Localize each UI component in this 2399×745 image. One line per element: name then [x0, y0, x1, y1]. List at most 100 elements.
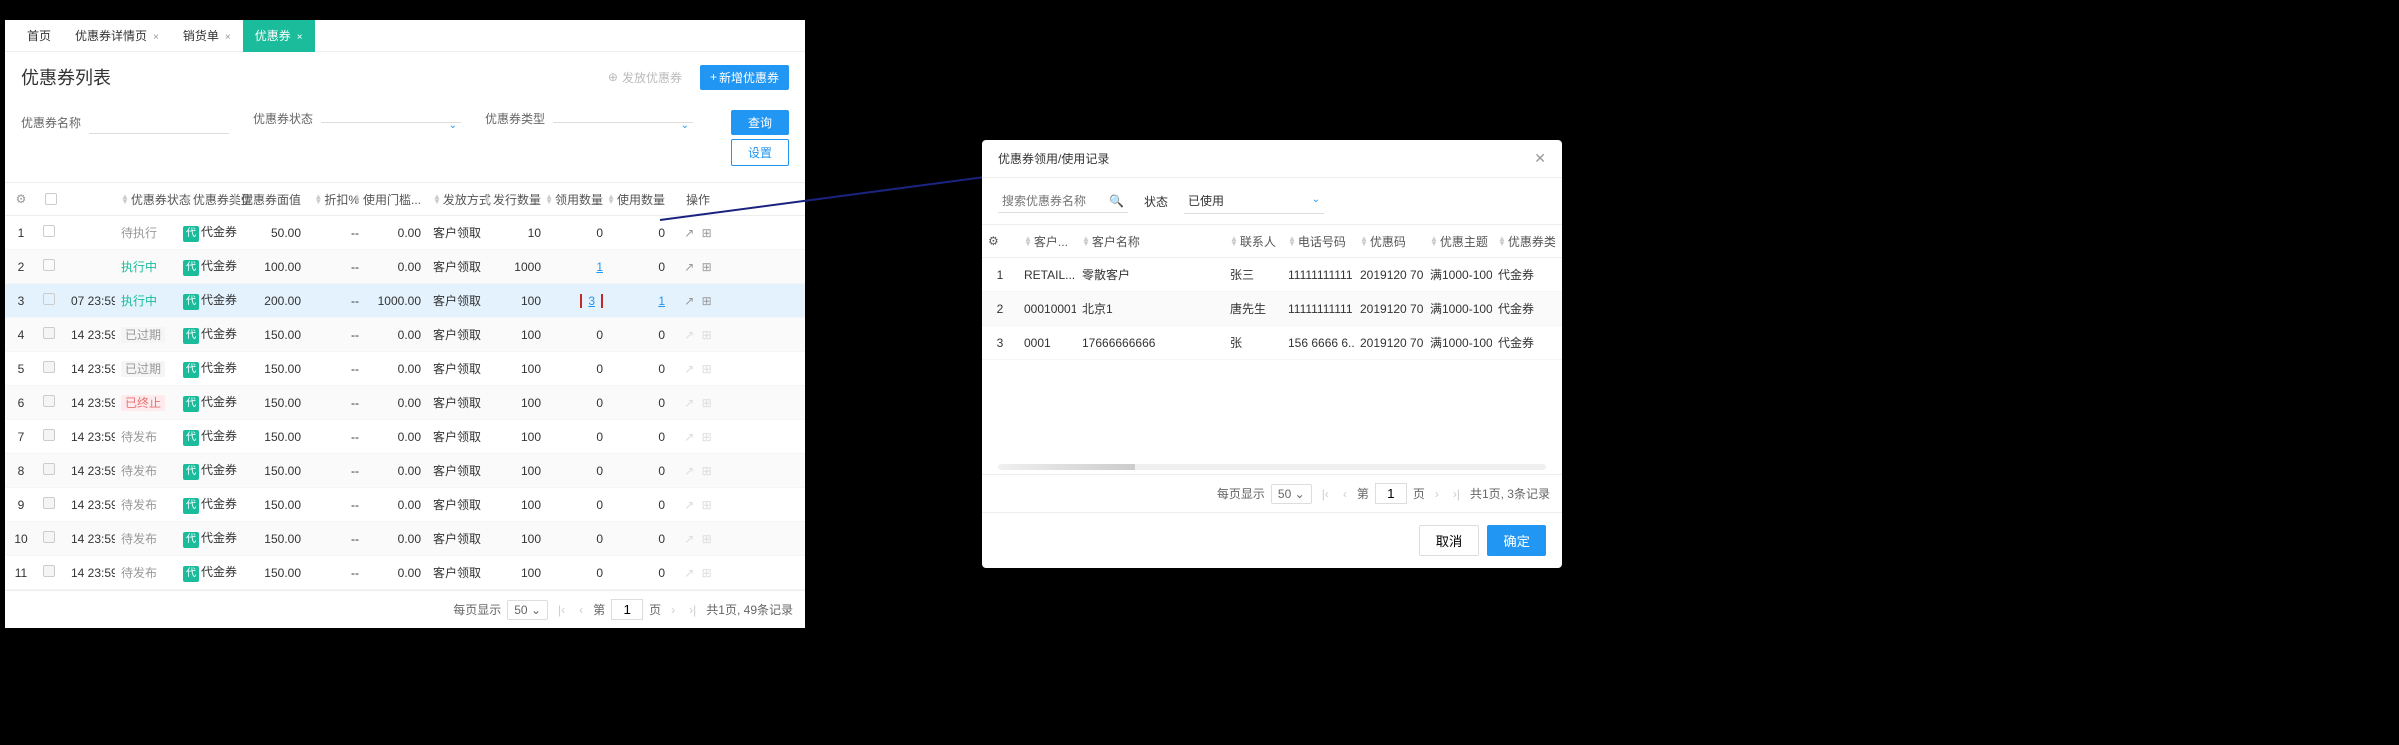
table-row[interactable]: 1RETAIL...零散客户张三111111111112019120 70...…: [982, 258, 1562, 292]
share-icon[interactable]: ↗: [684, 260, 694, 274]
cell-use-qty[interactable]: 0: [609, 260, 671, 274]
cell-use-qty[interactable]: 0: [609, 396, 671, 410]
topic-header[interactable]: ▲▼优惠主题: [1424, 233, 1492, 250]
row-checkbox[interactable]: [37, 361, 65, 376]
gear-column[interactable]: ⚙: [982, 234, 1018, 248]
cell-use-qty[interactable]: 1: [609, 294, 671, 308]
cell-use-qty[interactable]: 0: [609, 498, 671, 512]
cell-use-qty[interactable]: 0: [609, 430, 671, 444]
add-coupon-button[interactable]: + 新增优惠券: [700, 65, 789, 90]
gear-column[interactable]: ⚙: [5, 192, 37, 206]
cell-use-qty[interactable]: 0: [609, 464, 671, 478]
cell-claim-qty[interactable]: 0: [547, 362, 609, 376]
table-row[interactable]: 714 23:59待发布代代金券150.00--0.00客户领取10000↗ ⊞: [5, 420, 805, 454]
page-number-input[interactable]: [611, 599, 643, 620]
mtype-header[interactable]: ▲▼优惠券类: [1492, 233, 1546, 250]
close-icon[interactable]: ×: [297, 32, 303, 43]
row-checkbox[interactable]: [37, 327, 65, 342]
share-icon[interactable]: ↗: [684, 294, 694, 308]
tab-首页[interactable]: 首页: [15, 20, 63, 52]
prev-page-button[interactable]: ‹: [575, 603, 587, 617]
close-icon[interactable]: ×: [153, 32, 159, 43]
cell-use-qty[interactable]: 0: [609, 566, 671, 580]
type-select[interactable]: ⌄: [553, 114, 693, 123]
table-row[interactable]: 307 23:59执行中代代金券200.00--1000.00客户领取10031…: [5, 284, 805, 318]
row-checkbox[interactable]: [37, 565, 65, 580]
query-button[interactable]: 查询: [731, 110, 789, 135]
cell-claim-qty[interactable]: 0: [547, 328, 609, 342]
method-header[interactable]: ▲▼发放方式: [427, 191, 485, 208]
phone-header[interactable]: ▲▼电话号码: [1282, 233, 1354, 250]
type-header[interactable]: ▲▼优惠券类型: [177, 191, 239, 208]
cell-claim-qty[interactable]: 0: [547, 464, 609, 478]
cell-claim-qty[interactable]: 0: [547, 566, 609, 580]
first-page-button[interactable]: |‹: [1318, 487, 1333, 501]
table-row[interactable]: 914 23:59待发布代代金券150.00--0.00客户领取10000↗ ⊞: [5, 488, 805, 522]
tab-优惠券[interactable]: 优惠券×: [243, 20, 315, 52]
cell-claim-qty[interactable]: 1: [547, 260, 609, 274]
cell-claim-qty[interactable]: 0: [547, 532, 609, 546]
first-page-button[interactable]: |‹: [554, 603, 569, 617]
table-row[interactable]: 814 23:59待发布代代金券150.00--0.00客户领取10000↗ ⊞: [5, 454, 805, 488]
table-row[interactable]: 200010001北京1唐先生111111111112019120 70...满…: [982, 292, 1562, 326]
status-header[interactable]: ▲▼优惠券状态: [115, 191, 177, 208]
cust-header[interactable]: ▲▼客户...: [1018, 233, 1076, 250]
row-checkbox[interactable]: [37, 429, 65, 444]
close-icon[interactable]: ✕: [1534, 150, 1546, 167]
qr-icon[interactable]: ⊞: [702, 260, 712, 274]
cell-claim-qty[interactable]: 0: [547, 226, 609, 240]
close-icon[interactable]: ×: [225, 32, 231, 43]
row-checkbox[interactable]: [37, 293, 65, 308]
code-header[interactable]: ▲▼优惠码: [1354, 233, 1424, 250]
cell-claim-qty[interactable]: 0: [547, 396, 609, 410]
table-row[interactable]: 514 23:59已过期代代金券150.00--0.00客户领取10000↗ ⊞: [5, 352, 805, 386]
row-checkbox[interactable]: [37, 497, 65, 512]
row-checkbox[interactable]: [37, 259, 65, 274]
next-page-button[interactable]: ›: [1431, 487, 1443, 501]
cell-claim-qty[interactable]: 3: [547, 294, 609, 308]
row-checkbox[interactable]: [37, 463, 65, 478]
page-size-select[interactable]: 50 ⌄: [1271, 484, 1312, 504]
status-select[interactable]: ⌄: [321, 114, 461, 123]
name-header-label: 客户名称: [1092, 233, 1140, 250]
issue-coupon-button[interactable]: ⊕ 发放优惠券: [598, 65, 692, 90]
claim-header[interactable]: ▲▼领用数量: [547, 191, 609, 208]
row-checkbox[interactable]: [37, 225, 65, 240]
next-page-button[interactable]: ›: [667, 603, 679, 617]
contact-header[interactable]: ▲▼联系人: [1224, 233, 1282, 250]
issue-header[interactable]: ▲▼发行数量: [485, 191, 547, 208]
name-header[interactable]: ▲▼客户名称: [1076, 233, 1224, 250]
cell-use-qty[interactable]: 0: [609, 328, 671, 342]
table-row[interactable]: 2执行中代代金券100.00--0.00客户领取100010↗ ⊞: [5, 250, 805, 284]
qr-icon[interactable]: ⊞: [702, 294, 712, 308]
table-row[interactable]: 1114 23:59待发布代代金券150.00--0.00客户领取10000↗ …: [5, 556, 805, 590]
row-checkbox[interactable]: [37, 395, 65, 410]
prev-page-button[interactable]: ‹: [1339, 487, 1351, 501]
table-row[interactable]: 614 23:59已终止代代金券150.00--0.00客户领取10000↗ ⊞: [5, 386, 805, 420]
threshold-header[interactable]: ▲▼使用门槛...: [365, 191, 427, 208]
confirm-button[interactable]: 确定: [1487, 525, 1546, 556]
face-header[interactable]: ▲▼优惠券面值: [239, 191, 307, 208]
row-checkbox[interactable]: [37, 531, 65, 546]
tab-优惠券详情页[interactable]: 优惠券详情页×: [63, 20, 171, 52]
table-row[interactable]: 1014 23:59待发布代代金券150.00--0.00客户领取10000↗ …: [5, 522, 805, 556]
coupon-name-input[interactable]: [89, 110, 229, 134]
last-page-button[interactable]: ›|: [685, 603, 700, 617]
cell-claim-qty[interactable]: 0: [547, 430, 609, 444]
tab-销货单[interactable]: 销货单×: [171, 20, 243, 52]
table-row[interactable]: 3000117666666666张156 6666 6...2019120 70…: [982, 326, 1562, 360]
table-row[interactable]: 414 23:59已过期代代金券150.00--0.00客户领取10000↗ ⊞: [5, 318, 805, 352]
modal-status-select[interactable]: 已使用 ⌄: [1184, 188, 1324, 214]
search-icon[interactable]: 🔍: [1109, 194, 1124, 208]
horizontal-scrollbar[interactable]: [998, 464, 1546, 470]
page-size-select[interactable]: 50 ⌄: [507, 600, 548, 620]
last-page-button[interactable]: ›|: [1449, 487, 1464, 501]
page-number-input[interactable]: [1375, 483, 1407, 504]
cell-use-qty[interactable]: 0: [609, 532, 671, 546]
checkbox-header[interactable]: [37, 193, 65, 205]
cell-claim-qty[interactable]: 0: [547, 498, 609, 512]
cancel-button[interactable]: 取消: [1419, 525, 1480, 556]
cell-use-qty[interactable]: 0: [609, 362, 671, 376]
cell-discount: --: [307, 328, 365, 342]
setting-button[interactable]: 设置: [731, 139, 789, 166]
